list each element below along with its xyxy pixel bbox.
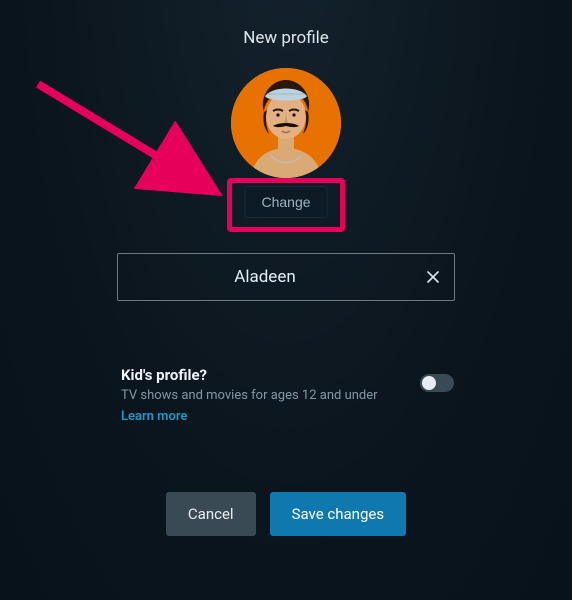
toggle-knob bbox=[422, 376, 436, 390]
kids-profile-toggle[interactable] bbox=[420, 374, 454, 392]
cancel-button[interactable]: Cancel bbox=[166, 492, 256, 536]
avatar-image bbox=[231, 68, 341, 178]
profile-name-field[interactable] bbox=[117, 253, 455, 301]
profile-name-input[interactable] bbox=[118, 267, 412, 287]
page-title: New profile bbox=[0, 28, 572, 48]
close-icon bbox=[427, 271, 439, 283]
change-avatar-button[interactable]: Change bbox=[244, 186, 327, 218]
kids-profile-subtitle: TV shows and movies for ages 12 and unde… bbox=[121, 388, 457, 403]
avatar[interactable] bbox=[231, 68, 341, 178]
save-changes-button[interactable]: Save changes bbox=[270, 492, 406, 536]
learn-more-link[interactable]: Learn more bbox=[121, 409, 187, 424]
kids-profile-label: Kid's profile? bbox=[121, 366, 457, 384]
clear-name-button[interactable] bbox=[412, 254, 454, 300]
annotation-arrow bbox=[28, 74, 238, 214]
